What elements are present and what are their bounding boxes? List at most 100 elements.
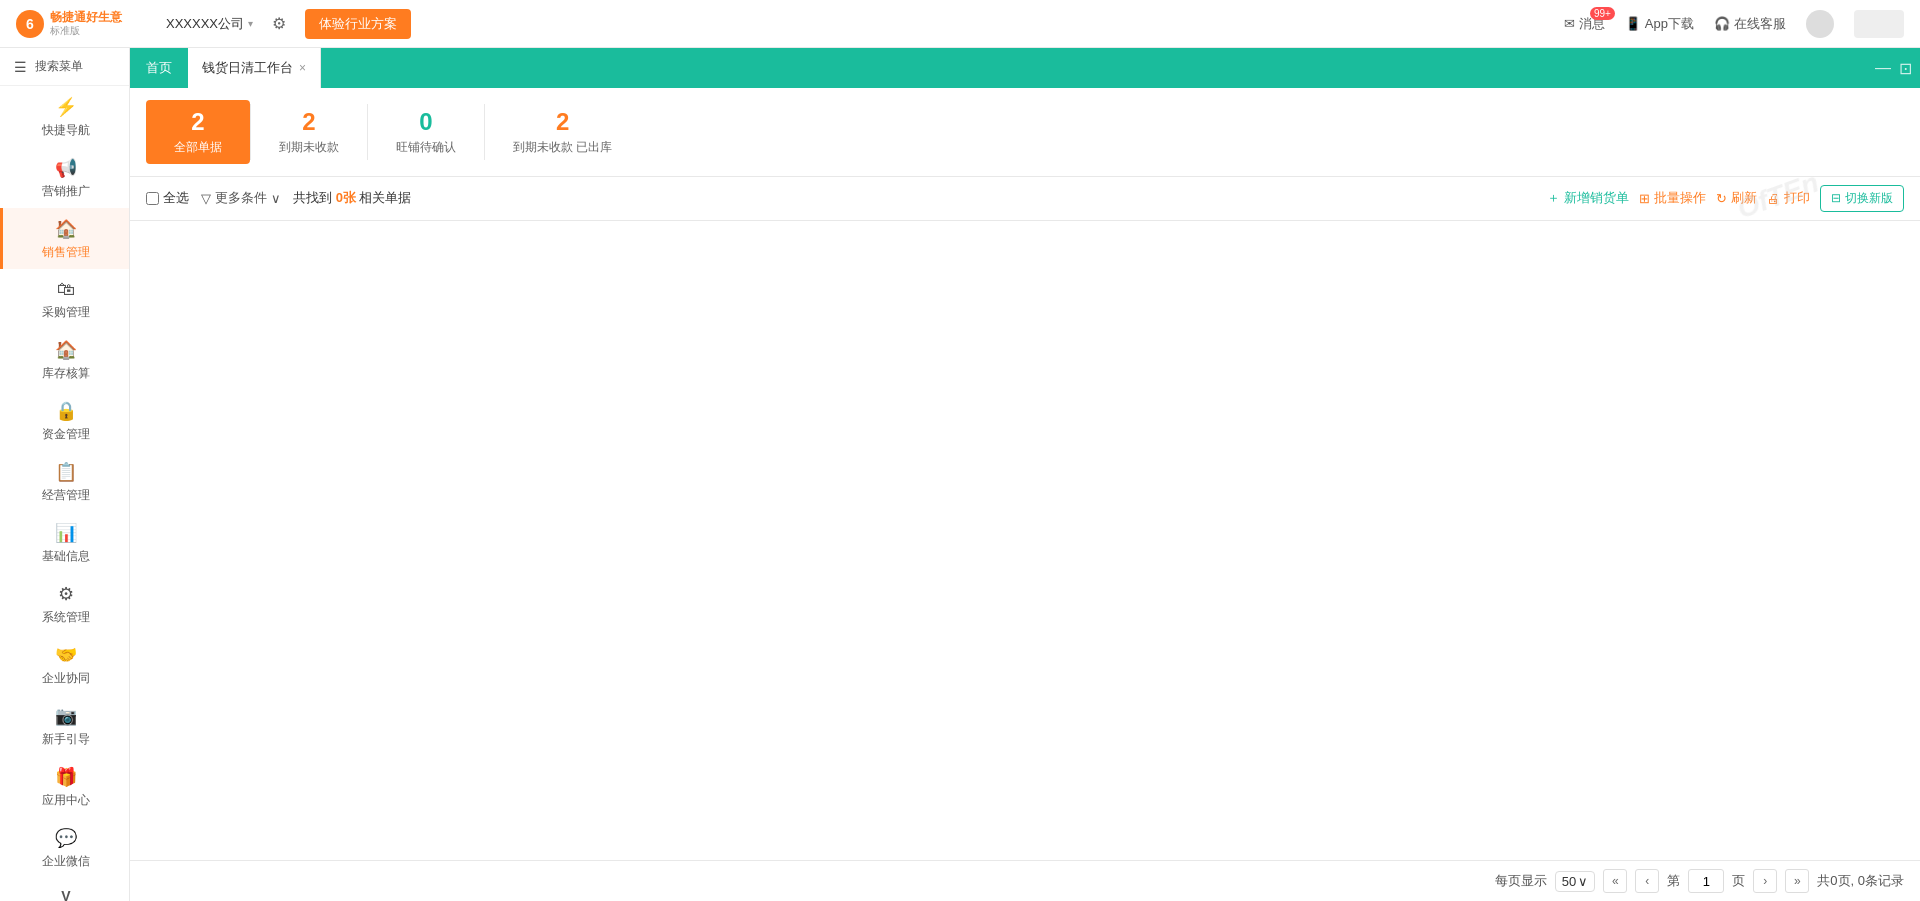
filter-chevron-icon: ∨ (271, 191, 281, 206)
tab-bar: 首页 钱货日清工作台 × — ⊡ (130, 48, 1920, 88)
filter-button[interactable]: ▽ 更多条件 ∨ (201, 189, 281, 207)
vip-icon: V (61, 888, 70, 901)
online-service-button[interactable]: 🎧 在线客服 (1714, 15, 1786, 33)
next-page-button[interactable]: › (1753, 869, 1777, 893)
switch-version-button[interactable]: ⊟ 切换新版 (1820, 185, 1904, 212)
batch-operation-button[interactable]: ⊞ 批量操作 (1639, 189, 1706, 207)
page-suffix: 页 (1732, 872, 1745, 890)
page-size-select[interactable]: 50 ∨ (1555, 871, 1595, 892)
main-content: 首页 钱货日清工作台 × — ⊡ 2 全部单据 2 到期未收款 (130, 48, 1920, 901)
message-badge: 99+ (1590, 7, 1615, 20)
add-sale-button[interactable]: ＋ 新增销货单 (1547, 189, 1629, 207)
page-input[interactable] (1688, 869, 1724, 893)
result-text: 共找到 0张 相关单据 (293, 189, 411, 207)
stat-num-pending: 0 (419, 108, 432, 137)
tab-active[interactable]: 钱货日清工作台 × (188, 48, 321, 88)
sidebar-item-system[interactable]: ⚙ 系统管理 (0, 573, 129, 634)
filter-icon: ▽ (201, 191, 211, 206)
settings-button[interactable]: ⚙ (265, 10, 293, 38)
total-info: 共0页, 0条记录 (1817, 872, 1904, 890)
base-info-icon: 📊 (55, 522, 77, 544)
sidebar-item-quick-nav[interactable]: ⚡ 快捷导航 (0, 86, 129, 147)
sidebar-sales-label: 销售管理 (42, 244, 90, 261)
stat-label-pending: 旺铺待确认 (396, 139, 456, 156)
message-button[interactable]: ✉ 消息 99+ (1564, 15, 1605, 33)
tab-bar-actions: — ⊡ (1875, 59, 1920, 78)
logo-area: 6 畅捷通好生意 标准版 (16, 10, 146, 38)
download-icon: 📱 (1625, 16, 1641, 31)
app-download-button[interactable]: 📱 App下载 (1625, 15, 1694, 33)
sidebar-item-inventory[interactable]: 🏠 库存核算 (0, 329, 129, 390)
stats-row: 2 全部单据 2 到期未收款 0 旺铺待确认 2 到期未收款 已出库 (130, 88, 1920, 177)
sidebar-item-finance[interactable]: 🔒 资金管理 (0, 390, 129, 451)
sidebar-item-marketing[interactable]: 📢 营销推广 (0, 147, 129, 208)
tab-maximize-button[interactable]: ⊡ (1899, 59, 1912, 78)
stat-card-all[interactable]: 2 全部单据 (146, 100, 250, 164)
tab-close-icon[interactable]: × (299, 61, 306, 75)
batch-label: 批量操作 (1654, 189, 1706, 207)
sidebar-guide-label: 新手引导 (42, 731, 90, 748)
trial-button[interactable]: 体验行业方案 (305, 9, 411, 39)
sidebar-item-vip[interactable]: V 畅会员 (0, 878, 129, 901)
sidebar-item-app-center[interactable]: 🎁 应用中心 (0, 756, 129, 817)
print-label: 打印 (1784, 189, 1810, 207)
sidebar-item-guide[interactable]: 📷 新手引导 (0, 695, 129, 756)
sidebar-item-enterprise[interactable]: 🤝 企业协同 (0, 634, 129, 695)
sidebar-item-sales[interactable]: 🏠 销售管理 (0, 208, 129, 269)
stat-card-shipped[interactable]: 2 到期未收款 已出库 (485, 100, 640, 164)
sidebar-item-weixin[interactable]: 💬 企业微信 (0, 817, 129, 878)
page-size-label: 每页显示 (1495, 872, 1547, 890)
header-right: ✉ 消息 99+ 📱 App下载 🎧 在线客服 (1564, 10, 1904, 38)
switch-label: 切换新版 (1845, 190, 1893, 207)
select-all-checkbox-label[interactable]: 全选 (146, 189, 189, 207)
last-page-button[interactable]: » (1785, 869, 1809, 893)
sales-icon: 🏠 (55, 218, 77, 240)
stat-num-overdue: 2 (302, 108, 315, 137)
sidebar-item-base-info[interactable]: 📊 基础信息 (0, 512, 129, 573)
sidebar-quick-nav-label: 快捷导航 (42, 122, 90, 139)
prev-page-button[interactable]: ‹ (1635, 869, 1659, 893)
operations-icon: 📋 (55, 461, 77, 483)
service-icon: 🎧 (1714, 16, 1730, 31)
sidebar-operations-label: 经营管理 (42, 487, 90, 504)
toolbar-right: ＋ 新增销货单 ⊞ 批量操作 ↻ 刷新 🖨 打印 (1547, 185, 1904, 212)
sidebar-inventory-label: 库存核算 (42, 365, 90, 382)
print-button[interactable]: 🖨 打印 (1767, 189, 1810, 207)
last-page-icon: » (1794, 874, 1801, 888)
guide-icon: 📷 (55, 705, 77, 727)
logo-main-text: 畅捷通好生意 (50, 10, 122, 24)
search-icon: ☰ (14, 59, 27, 75)
sidebar-item-operations[interactable]: 📋 经营管理 (0, 451, 129, 512)
page-content: 2 全部单据 2 到期未收款 0 旺铺待确认 2 到期未收款 已出库 (130, 88, 1920, 901)
sidebar-finance-label: 资金管理 (42, 426, 90, 443)
switch-icon: ⊟ (1831, 191, 1841, 205)
quick-nav-icon: ⚡ (55, 96, 77, 118)
add-label: 新增销货单 (1564, 189, 1629, 207)
company-selector[interactable]: XXXXXX公司 ▾ (166, 15, 253, 33)
refresh-icon: ↻ (1716, 191, 1727, 206)
select-all-checkbox[interactable] (146, 192, 159, 205)
stat-num-shipped: 2 (556, 108, 569, 137)
refresh-button[interactable]: ↻ 刷新 (1716, 189, 1757, 207)
tab-home[interactable]: 首页 (130, 48, 188, 88)
user-avatar[interactable] (1806, 10, 1834, 38)
stat-label-shipped: 到期未收款 已出库 (513, 139, 612, 156)
user-avatar-2[interactable] (1854, 10, 1904, 38)
result-count: 0张 (336, 190, 356, 205)
top-header: 6 畅捷通好生意 标准版 XXXXXX公司 ▾ ⚙ 体验行业方案 ✉ 消息 99… (0, 0, 1920, 48)
first-page-button[interactable]: « (1603, 869, 1627, 893)
tab-minimize-button[interactable]: — (1875, 59, 1891, 77)
app-download-label: App下载 (1645, 15, 1694, 33)
sidebar-item-purchase[interactable]: 🛍 采购管理 (0, 269, 129, 329)
sidebar-item-search[interactable]: ☰ 搜索菜单 (0, 48, 129, 86)
add-icon: ＋ (1547, 189, 1560, 207)
logo-text-area: 畅捷通好生意 标准版 (50, 10, 122, 36)
stat-card-overdue[interactable]: 2 到期未收款 (251, 100, 367, 164)
toolbar: 全选 ▽ 更多条件 ∨ 共找到 0张 相关单据 ＋ (130, 177, 1920, 221)
finance-icon: 🔒 (55, 400, 77, 422)
filter-label: 更多条件 (215, 189, 267, 207)
prev-page-icon: ‹ (1645, 874, 1649, 888)
stat-card-pending[interactable]: 0 旺铺待确认 (368, 100, 484, 164)
sidebar-system-label: 系统管理 (42, 609, 90, 626)
company-name: XXXXXX公司 (166, 15, 244, 33)
